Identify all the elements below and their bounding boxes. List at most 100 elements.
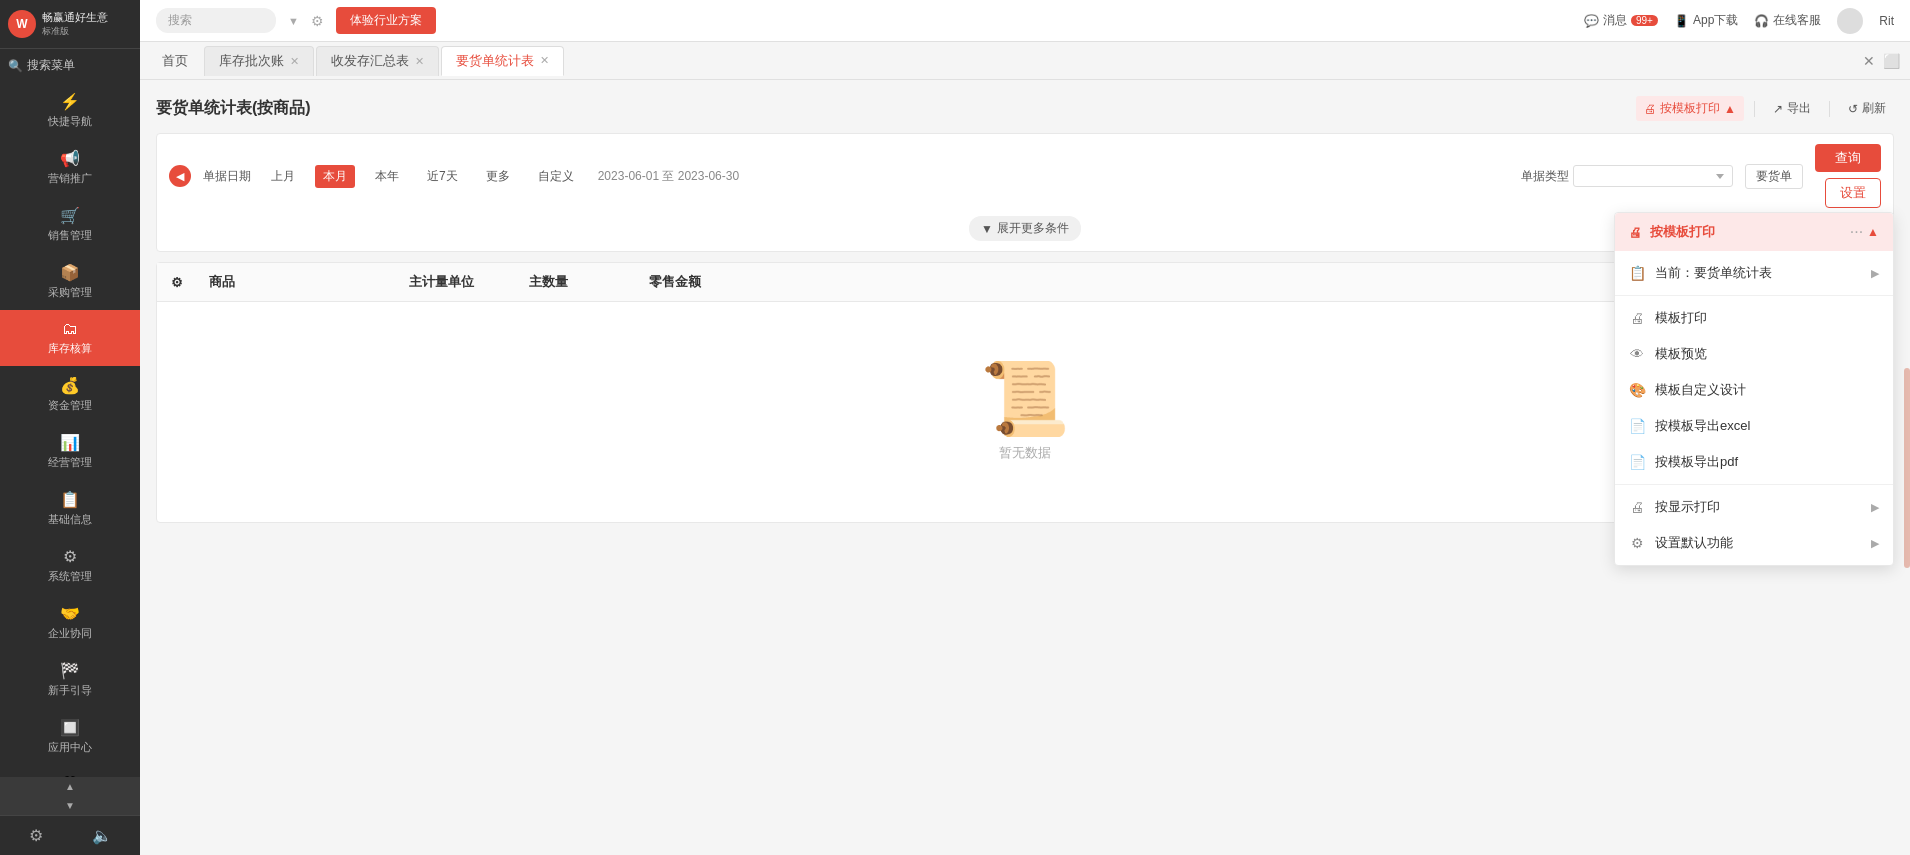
- sidebar-item-basic[interactable]: 📋 基础信息: [0, 480, 140, 537]
- experience-btn[interactable]: 体验行业方案: [336, 7, 436, 34]
- close-tab-icon[interactable]: ✕: [1861, 51, 1877, 71]
- guide-icon: 🏁: [60, 661, 80, 680]
- sidebar-item-app-center[interactable]: 🔲 应用中心: [0, 708, 140, 765]
- print-template-btn[interactable]: 🖨 按模板打印 ▲: [1636, 96, 1744, 121]
- sidebar-item-quick-nav[interactable]: ⚡ 快捷导航: [0, 82, 140, 139]
- th-goods: 商品: [197, 273, 397, 291]
- goods-type-label: 要货单: [1756, 169, 1792, 183]
- scroll-down-btn[interactable]: ▼: [0, 796, 140, 815]
- search-menu-btn[interactable]: 🔍 搜索菜单: [0, 49, 140, 82]
- refresh-icon: ↺: [1848, 102, 1858, 116]
- sidebar-item-label: 库存核算: [48, 341, 92, 356]
- page-title: 要货单统计表(按商品): [156, 98, 311, 119]
- sidebar-item-label: 采购管理: [48, 285, 92, 300]
- audio-bottom-icon[interactable]: 🔈: [86, 824, 118, 847]
- display-print-icon: 🖨: [1629, 499, 1645, 515]
- messages-btn[interactable]: 💬 消息 99+: [1584, 12, 1658, 29]
- refresh-btn[interactable]: ↺ 刷新: [1840, 96, 1894, 121]
- quick-nav-icon: ⚡: [60, 92, 80, 111]
- export-excel-icon: 📄: [1629, 418, 1645, 434]
- dropdown-item-template-preview[interactable]: 👁 模板预览: [1615, 336, 1893, 372]
- date-btn-last-7-days[interactable]: 近7天: [419, 165, 466, 188]
- dropdown-current-section: 📋 当前：要货单统计表 ▶: [1615, 251, 1893, 296]
- dropdown-item-template-print[interactable]: 🖨 模板打印: [1615, 300, 1893, 336]
- dropdown-item-template-design[interactable]: 🎨 模板自定义设计: [1615, 372, 1893, 408]
- messages-badge: 99+: [1631, 15, 1658, 26]
- settings-bottom-icon[interactable]: ⚙: [23, 824, 49, 847]
- dropdown-item-export-pdf[interactable]: 📄 按模板导出pdf: [1615, 444, 1893, 480]
- sidebar-item-inventory[interactable]: 🗂 库存核算: [0, 310, 140, 366]
- template-preview-label: 模板预览: [1655, 345, 1707, 363]
- sidebar-item-label: 销售管理: [48, 228, 92, 243]
- tab-requisition-stats-close[interactable]: ✕: [540, 54, 549, 67]
- sidebar-item-label: 系统管理: [48, 569, 92, 584]
- sidebar-item-system[interactable]: ⚙ 系统管理: [0, 537, 140, 594]
- sidebar-item-purchase[interactable]: 📦 采购管理: [0, 253, 140, 310]
- sidebar-item-operation[interactable]: 📊 经营管理: [0, 423, 140, 480]
- right-scrollbar[interactable]: [1904, 368, 1910, 568]
- dropdown-template-section: 🖨 模板打印 👁 模板预览 🎨 模板自定义设计 📄 按模板导出excel 📄: [1615, 296, 1893, 485]
- user-avatar[interactable]: [1837, 8, 1863, 34]
- export-btn[interactable]: ↗ 导出: [1765, 96, 1819, 121]
- dropdown-current-inner: 📋 当前：要货单统计表: [1629, 264, 1772, 282]
- sidebar-item-sales[interactable]: 🛒 销售管理: [0, 196, 140, 253]
- main-area: 搜索 ▼ ⚙ 体验行业方案 💬 消息 99+ 📱 App下载 🎧 在线客服 Ri…: [140, 0, 1910, 855]
- filter-right-actions: 查询 设置: [1815, 144, 1881, 208]
- sidebar-item-wechat[interactable]: 💬 企业微信: [0, 765, 140, 777]
- dropdown-current-item[interactable]: 📋 当前：要货单统计表 ▶: [1615, 255, 1893, 291]
- template-design-label: 模板自定义设计: [1655, 381, 1746, 399]
- dropdown-header[interactable]: 🖨 按模板打印 ··· ▲: [1615, 213, 1893, 251]
- topbar-search-input[interactable]: 搜索: [156, 8, 276, 33]
- sidebar-item-label: 新手引导: [48, 683, 92, 698]
- tab-inventory-batch-close[interactable]: ✕: [290, 55, 299, 68]
- th-settings[interactable]: ⚙: [157, 275, 197, 290]
- topbar-dropdown-chevron[interactable]: ▼: [288, 15, 299, 27]
- maximize-icon[interactable]: ⬜: [1881, 51, 1902, 71]
- query-btn[interactable]: 查询: [1815, 144, 1881, 172]
- export-excel-label: 按模板导出excel: [1655, 417, 1750, 435]
- topbar-settings-icon[interactable]: ⚙: [311, 13, 324, 29]
- inventory-icon: 🗂: [62, 320, 78, 338]
- action-divider-1: [1754, 101, 1755, 117]
- user-name[interactable]: Rit: [1879, 14, 1894, 28]
- settings-btn[interactable]: 设置: [1825, 178, 1881, 208]
- tabbar: 首页 库存批次账 ✕ 收发存汇总表 ✕ 要货单统计表 ✕ ✕ ⬜: [140, 42, 1910, 80]
- dropdown-display-section: 🖨 按显示打印 ▶ ⚙ 设置默认功能 ▶: [1615, 485, 1893, 565]
- tab-receivable-summary-close[interactable]: ✕: [415, 55, 424, 68]
- tab-inventory-batch[interactable]: 库存批次账 ✕: [204, 46, 314, 76]
- sidebar-item-guide[interactable]: 🏁 新手引导: [0, 651, 140, 708]
- filter-collapse-btn[interactable]: ◀: [169, 165, 191, 187]
- set-default-label: 设置默认功能: [1655, 534, 1733, 552]
- scroll-up-btn[interactable]: ▲: [0, 777, 140, 796]
- date-btn-current-month[interactable]: 本月: [315, 165, 355, 188]
- sidebar-item-marketing[interactable]: 📢 营销推广: [0, 139, 140, 196]
- sidebar-item-enterprise[interactable]: 🤝 企业协同: [0, 594, 140, 651]
- dropdown-item-export-excel[interactable]: 📄 按模板导出excel: [1615, 408, 1893, 444]
- dropdown-item-display-print[interactable]: 🖨 按显示打印 ▶: [1615, 489, 1893, 525]
- order-type-select[interactable]: [1573, 165, 1733, 187]
- refresh-label: 刷新: [1862, 100, 1886, 117]
- dropdown-print-icon: 🖨: [1629, 225, 1642, 240]
- content-area: 要货单统计表(按商品) 🖨 按模板打印 ▲ ↗ 导出 ↺ 刷新: [140, 80, 1910, 855]
- print-chevron-up-icon: ▲: [1724, 102, 1736, 116]
- display-print-inner: 🖨 按显示打印: [1629, 498, 1720, 516]
- online-service-btn[interactable]: 🎧 在线客服: [1754, 12, 1821, 29]
- dropdown-item-set-default[interactable]: ⚙ 设置默认功能 ▶: [1615, 525, 1893, 561]
- date-btn-current-year[interactable]: 本年: [367, 165, 407, 188]
- current-template-icon: 📋: [1629, 265, 1645, 281]
- order-type-label: 单据类型: [1521, 168, 1569, 185]
- date-btn-custom[interactable]: 自定义: [530, 165, 582, 188]
- date-btn-prev-month[interactable]: 上月: [263, 165, 303, 188]
- goods-type-badge: 要货单: [1745, 164, 1803, 189]
- tab-requisition-stats[interactable]: 要货单统计表 ✕: [441, 46, 564, 76]
- expand-more-btn[interactable]: ▼ 展开更多条件: [969, 216, 1081, 241]
- set-default-expand-icon: ▶: [1871, 537, 1879, 550]
- sidebar-item-label: 经营管理: [48, 455, 92, 470]
- sidebar-item-finance[interactable]: 💰 资金管理: [0, 366, 140, 423]
- tab-receivable-summary[interactable]: 收发存汇总表 ✕: [316, 46, 439, 76]
- tab-home[interactable]: 首页: [148, 46, 202, 76]
- service-icon: 🎧: [1754, 14, 1769, 28]
- date-btn-more[interactable]: 更多: [478, 165, 518, 188]
- app-download-btn[interactable]: 📱 App下载: [1674, 12, 1738, 29]
- filter-action-row: 查询: [1815, 144, 1881, 172]
